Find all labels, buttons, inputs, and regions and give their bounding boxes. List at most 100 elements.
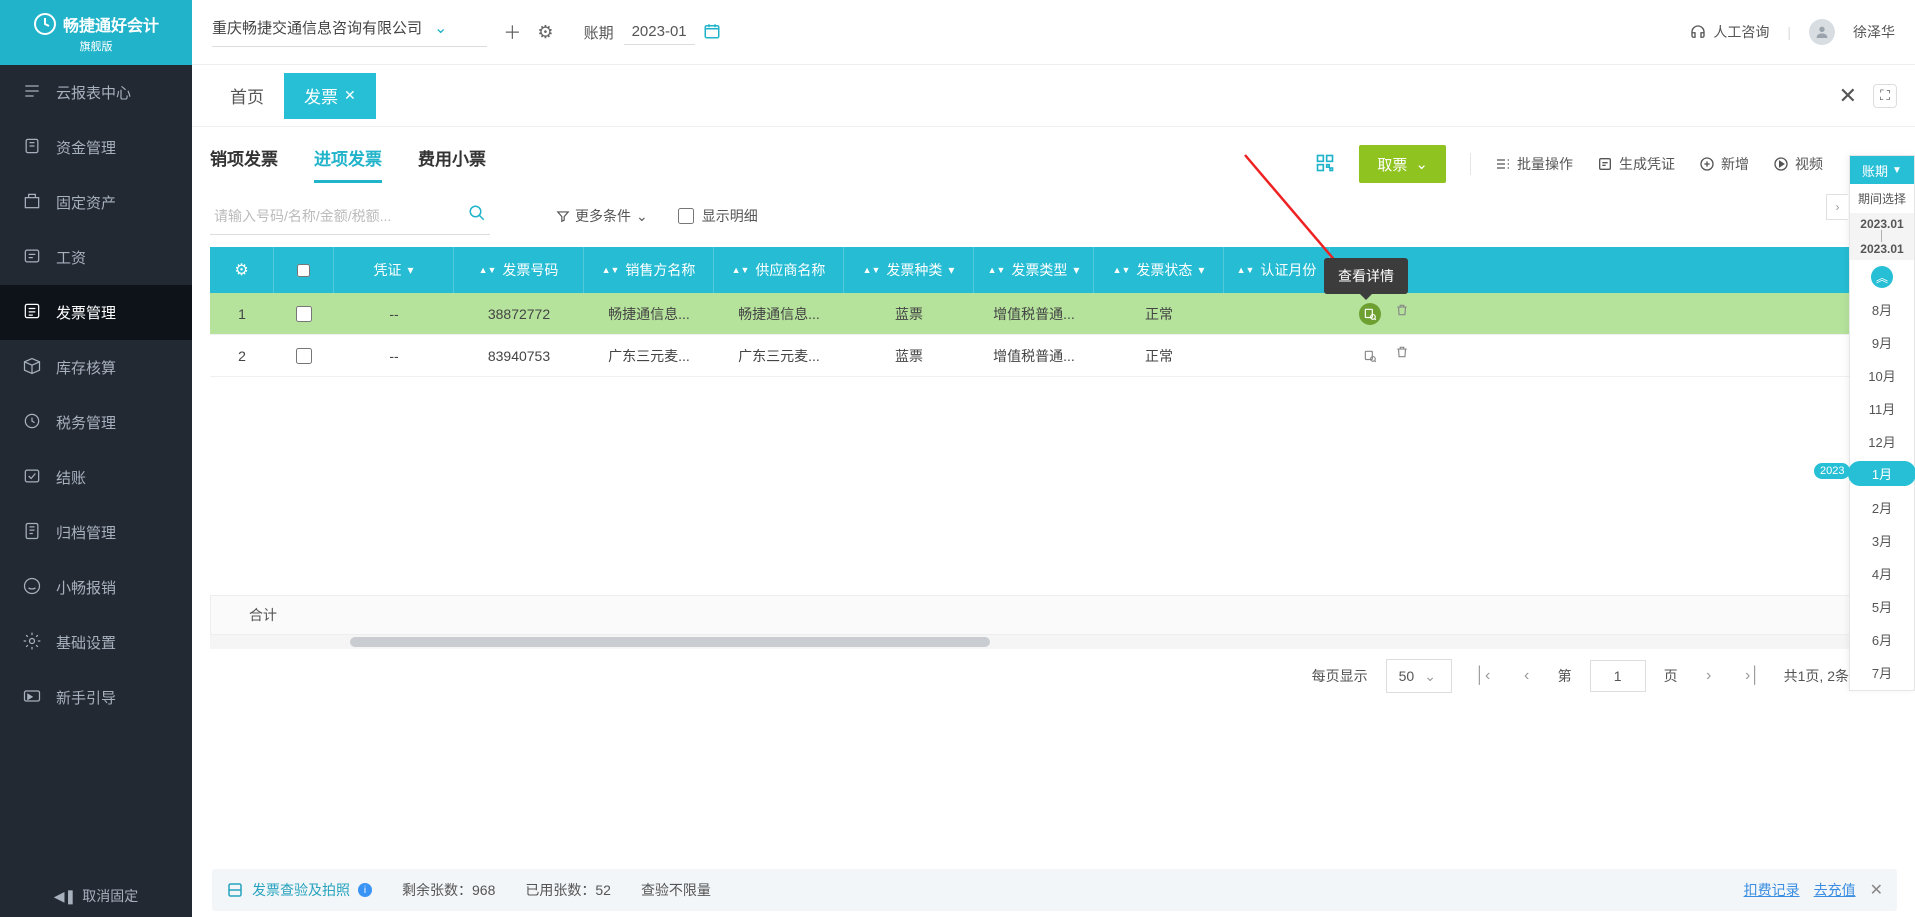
view-detail-icon[interactable]: [1359, 345, 1381, 367]
sort-icon[interactable]: ▲▼: [602, 266, 620, 274]
row-checkbox[interactable]: [296, 348, 312, 364]
recharge-link[interactable]: 去充值: [1814, 880, 1856, 900]
gen-voucher-button[interactable]: 生成凭证: [1597, 154, 1675, 174]
table-row[interactable]: 2--83940753广东三元麦...广东三元麦...蓝票增值税普通...正常: [210, 335, 1897, 377]
filter-icon[interactable]: ▾: [948, 263, 954, 277]
col-kind[interactable]: ▲▼发票种类▾: [844, 247, 974, 293]
info-icon[interactable]: i: [358, 883, 372, 897]
fp-month-7月[interactable]: 7月: [1850, 657, 1914, 690]
subtab-purchase[interactable]: 进项发票: [314, 145, 382, 183]
sidebar-item-6[interactable]: 税务管理: [0, 395, 192, 450]
fp-active-month[interactable]: 1月: [1848, 461, 1915, 486]
chevron-down-icon: ⌄: [434, 18, 447, 38]
fp-month-12月[interactable]: 12月: [1850, 426, 1914, 459]
fp-month-3月[interactable]: 3月: [1850, 525, 1914, 558]
fp-month-2月[interactable]: 2月: [1850, 492, 1914, 525]
float-panel-header[interactable]: 账期▼: [1850, 156, 1914, 184]
fp-month-8月[interactable]: 8月: [1850, 294, 1914, 327]
close-all-icon[interactable]: ✕: [1833, 77, 1863, 115]
collapse-panel-icon[interactable]: ›: [1826, 194, 1848, 220]
close-tab-icon[interactable]: ✕: [344, 87, 356, 104]
fullscreen-icon[interactable]: ⛶: [1873, 84, 1897, 108]
filter-icon[interactable]: ▾: [407, 263, 413, 277]
sidebar-item-2[interactable]: 固定资产: [0, 175, 192, 230]
add-company-icon[interactable]: ＋: [503, 19, 521, 45]
unpin-button[interactable]: ◀❚ 取消固定: [0, 875, 192, 917]
col-type[interactable]: ▲▼发票类型▾: [974, 247, 1094, 293]
next-page-button[interactable]: ›: [1696, 663, 1722, 689]
sidebar-item-0[interactable]: 云报表中心: [0, 65, 192, 120]
per-page-select[interactable]: 50 ⌄: [1386, 659, 1452, 693]
last-page-button[interactable]: ›│: [1740, 663, 1766, 689]
close-bottom-icon[interactable]: ✕: [1870, 880, 1883, 900]
scroll-thumb[interactable]: [350, 637, 990, 647]
col-invoice-no[interactable]: ▲▼发票号码: [454, 247, 584, 293]
fp-scroll-up[interactable]: ︽: [1850, 260, 1914, 294]
batch-ops-button[interactable]: 批量操作: [1495, 154, 1573, 174]
period-value[interactable]: 2023-01: [624, 19, 695, 45]
sort-icon[interactable]: ▲▼: [988, 266, 1006, 274]
sidebar-item-3[interactable]: 工资: [0, 230, 192, 285]
sort-icon[interactable]: ▲▼: [863, 266, 881, 274]
sort-icon[interactable]: ▲▼: [732, 266, 750, 274]
show-detail-checkbox[interactable]: 显示明细: [678, 206, 758, 226]
sort-icon[interactable]: ▲▼: [479, 266, 497, 274]
table-row[interactable]: 1--38872772畅捷通信息...畅捷通信息...蓝票增值税普通...正常: [210, 293, 1897, 335]
gear-icon[interactable]: ⚙: [234, 260, 248, 280]
sidebar-item-1[interactable]: 资金管理: [0, 120, 192, 175]
select-all-checkbox[interactable]: [297, 264, 310, 277]
col-supplier[interactable]: ▲▼供应商名称: [714, 247, 844, 293]
horizontal-scrollbar[interactable]: [210, 635, 1897, 649]
cell-status: 正常: [1094, 335, 1224, 376]
fp-range[interactable]: 2023.01 │ 2023.01: [1850, 213, 1914, 260]
sidebar-item-4[interactable]: 发票管理: [0, 285, 192, 340]
sidebar-item-5[interactable]: 库存核算: [0, 340, 192, 395]
search-icon[interactable]: [468, 204, 486, 227]
filter-icon[interactable]: ▾: [1073, 263, 1079, 277]
search-input[interactable]: [214, 208, 468, 224]
sidebar-item-9[interactable]: 小畅报销: [0, 560, 192, 615]
fp-month-11月[interactable]: 11月: [1850, 393, 1914, 426]
col-seller[interactable]: ▲▼销售方名称: [584, 247, 714, 293]
fp-month-5月[interactable]: 5月: [1850, 591, 1914, 624]
sidebar-item-11[interactable]: 新手引导: [0, 670, 192, 725]
subtab-sales[interactable]: 销项发票: [210, 145, 278, 183]
row-checkbox[interactable]: [296, 306, 312, 322]
add-button[interactable]: 新增: [1699, 154, 1749, 174]
delete-icon[interactable]: [1395, 345, 1409, 367]
page-input[interactable]: [1590, 660, 1646, 692]
sort-icon[interactable]: ▲▼: [1113, 266, 1131, 274]
headset-icon[interactable]: 人工咨询: [1689, 22, 1769, 42]
filter-icon[interactable]: ▾: [1198, 263, 1204, 277]
subtab-expense[interactable]: 费用小票: [418, 145, 486, 183]
col-voucher[interactable]: 凭证▾: [334, 247, 454, 293]
fp-month-6月[interactable]: 6月: [1850, 624, 1914, 657]
view-detail-icon[interactable]: [1359, 303, 1381, 325]
user-name[interactable]: 徐泽华: [1853, 22, 1895, 42]
bottom-title[interactable]: 发票查验及拍照: [252, 880, 350, 900]
prev-page-button[interactable]: ‹: [1514, 663, 1540, 689]
first-page-button[interactable]: │‹: [1470, 663, 1496, 689]
calendar-icon[interactable]: [703, 22, 721, 43]
delete-icon[interactable]: [1395, 303, 1409, 325]
company-selector[interactable]: 重庆畅捷交通信息咨询有限公司 ⌄: [212, 17, 487, 47]
avatar-icon[interactable]: [1809, 19, 1835, 45]
fp-month-10月[interactable]: 10月: [1850, 360, 1914, 393]
qr-icon[interactable]: [1315, 153, 1335, 176]
sidebar-item-8[interactable]: 归档管理: [0, 505, 192, 560]
more-filters-button[interactable]: 更多条件 ⌄: [556, 206, 648, 226]
show-detail-input[interactable]: [678, 208, 694, 224]
tab-invoice[interactable]: 发票 ✕: [284, 73, 376, 119]
sidebar-item-10[interactable]: 基础设置: [0, 615, 192, 670]
fp-month-9月[interactable]: 9月: [1850, 327, 1914, 360]
fp-month-4月[interactable]: 4月: [1850, 558, 1914, 591]
history-link[interactable]: 扣费记录: [1744, 880, 1800, 900]
tab-home[interactable]: 首页: [210, 73, 284, 119]
col-month[interactable]: ▲▼认证月份: [1224, 247, 1330, 293]
col-status[interactable]: ▲▼发票状态▾: [1094, 247, 1224, 293]
sort-icon[interactable]: ▲▼: [1237, 266, 1255, 274]
fetch-invoice-button[interactable]: 取票 ⌄: [1359, 145, 1446, 183]
sidebar-item-7[interactable]: 结账: [0, 450, 192, 505]
video-button[interactable]: 视频: [1773, 154, 1823, 174]
company-settings-icon[interactable]: ⚙: [537, 22, 553, 43]
